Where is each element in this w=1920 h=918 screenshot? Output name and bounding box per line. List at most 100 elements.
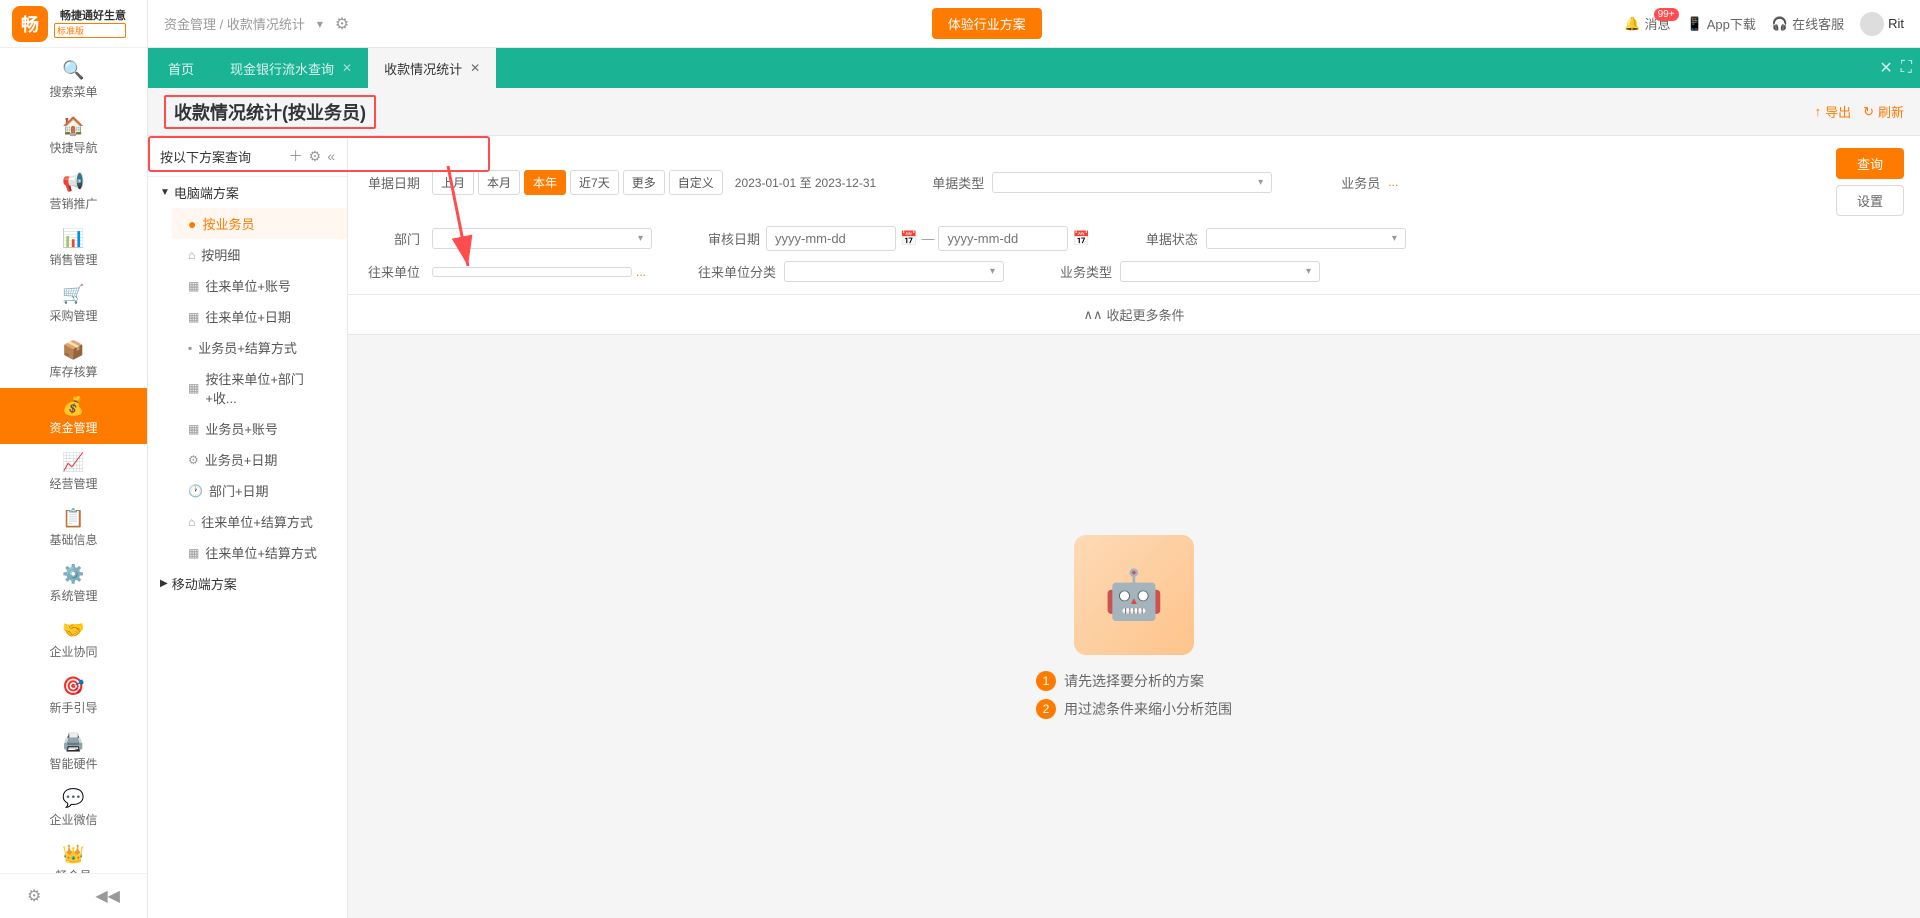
partner-more[interactable]: ... — [636, 265, 646, 279]
date-btn-more[interactable]: 更多 — [623, 170, 665, 195]
scheme-home2-icon: ⌂ — [188, 515, 195, 529]
message-button[interactable]: 🔔 消息 99+ — [1624, 14, 1670, 33]
sidebar-item-label: 采购管理 — [49, 307, 97, 324]
scheme-item-salesperson[interactable]: ● 按业务员 — [172, 208, 347, 239]
calendar-icon-start[interactable]: 📅 — [900, 230, 917, 247]
partner-select[interactable] — [432, 267, 632, 277]
tree-group-desktop[interactable]: ▼ 电脑端方案 — [148, 177, 347, 208]
tab-receipt-label: 收款情况统计 — [384, 59, 462, 78]
tab-cashflow-close[interactable]: ✕ — [342, 61, 352, 75]
dept-arrow: ▾ — [638, 233, 643, 244]
salesperson-more[interactable]: ... — [1388, 175, 1398, 189]
date-btn-7days[interactable]: 近7天 — [570, 170, 619, 195]
panel-header: 按以下方案查询 ＋ ⚙ « — [148, 136, 347, 177]
sidebar-item-sales[interactable]: 📊 销售管理 — [0, 220, 147, 276]
tab-receipt-close[interactable]: ✕ — [470, 61, 480, 75]
biz-type-select[interactable]: ▾ — [1120, 261, 1320, 282]
online-service-button[interactable]: 🎧 在线客服 — [1772, 14, 1844, 33]
calendar-icon-end[interactable]: 📅 — [1072, 230, 1089, 247]
date-btn-thisyear[interactable]: 本年 — [524, 170, 566, 195]
sidebar-item-finance[interactable]: 💰 资金管理 — [0, 388, 147, 444]
partner-type-select[interactable]: ▾ — [784, 261, 1004, 282]
query-button[interactable]: 查询 — [1836, 148, 1904, 179]
partner-type-arrow: ▾ — [990, 266, 995, 277]
scheme-label: 往来单位+日期 — [205, 307, 291, 326]
sidebar-item-search[interactable]: 🔍 搜索菜单 — [0, 52, 147, 108]
settings-footer-btn[interactable]: ⚙ — [19, 882, 49, 910]
scheme-clock-icon: 🕐 — [188, 484, 203, 498]
collapse-button[interactable]: ∧∧ 收起更多条件 — [1083, 305, 1184, 324]
export-button[interactable]: ↑ 导出 — [1815, 102, 1852, 121]
salesperson-label: 业务员 — [1324, 173, 1380, 192]
trial-button[interactable]: 体验行业方案 — [932, 8, 1042, 39]
topbar-dropdown[interactable]: ▾ — [317, 17, 323, 31]
scheme-item-sales-account[interactable]: ▦ 业务员+账号 — [172, 413, 347, 444]
add-scheme-icon[interactable]: ＋ — [289, 146, 303, 166]
scheme-item-sales-date[interactable]: ⚙ 业务员+日期 — [172, 444, 347, 475]
biz-type-arrow: ▾ — [1306, 266, 1311, 277]
doc-type-select[interactable]: ▾ — [992, 172, 1272, 193]
scheme-item-dept-date[interactable]: 🕐 部门+日期 — [172, 475, 347, 506]
scheme-label: 按业务员 — [202, 214, 254, 233]
refresh-button[interactable]: ↻ 刷新 — [1863, 102, 1904, 121]
tab-home[interactable]: 首页 — [148, 48, 214, 88]
sidebar-item-inventory[interactable]: 📦 库存核算 — [0, 332, 147, 388]
sidebar-item-hardware[interactable]: 🖨️ 智能硬件 — [0, 724, 147, 780]
scheme-item-partner-date[interactable]: ▦ 往来单位+日期 — [172, 301, 347, 332]
gear-scheme-icon[interactable]: ⚙ — [309, 148, 322, 165]
sidebar-item-basic[interactable]: 📋 基础信息 — [0, 500, 147, 556]
sidebar-item-guide[interactable]: 🎯 新手引导 — [0, 668, 147, 724]
app-label: App下载 — [1707, 14, 1756, 33]
date-label: 单据日期 — [364, 173, 420, 192]
tree-group-mobile[interactable]: ▶ 移动端方案 — [148, 568, 347, 599]
scheme-item-partner-dept[interactable]: ▦ 按往来单位+部门+收... — [172, 363, 347, 413]
user-avatar — [1860, 12, 1884, 36]
tabbar-maximize-icon[interactable]: ⛶ — [1901, 59, 1912, 77]
empty-state: 🤖 1 请先选择要分析的方案 2 用过滤条件来缩小分析范围 — [348, 335, 1920, 918]
scheme-item-detail[interactable]: ⌂ 按明细 — [172, 239, 347, 270]
partner-input-group: ... — [432, 265, 646, 279]
sidebar-item-quicknav[interactable]: 🏠 快捷导航 — [0, 108, 147, 164]
doc-status-arrow: ▾ — [1392, 233, 1397, 244]
sidebar-item-system[interactable]: ⚙️ 系统管理 — [0, 556, 147, 612]
basic-icon: 📋 — [62, 508, 84, 529]
scheme-item-partner-settle1[interactable]: ⌂ 往来单位+结算方式 — [172, 506, 347, 537]
scheme-active-icon: ● — [188, 216, 196, 232]
dept-select[interactable]: ▾ — [432, 228, 652, 249]
tab-cashflow[interactable]: 现金银行流水查询 ✕ — [214, 48, 368, 88]
tab-home-label: 首页 — [168, 59, 194, 78]
review-date-end[interactable] — [938, 226, 1068, 251]
topbar-gear-icon[interactable]: ⚙ — [335, 14, 349, 34]
doc-status-group: 单据状态 ▾ — [1142, 228, 1406, 249]
collapse-panel-icon[interactable]: « — [327, 148, 335, 164]
sidebar-item-management[interactable]: 📈 经营管理 — [0, 444, 147, 500]
sidebar-item-wechat[interactable]: 💬 企业微信 — [0, 780, 147, 836]
breadcrumb: 资金管理 / 收款情况统计 — [164, 14, 305, 33]
tabbar-close-icon[interactable]: ✕ — [1879, 58, 1892, 78]
export-icon: ↑ — [1815, 104, 1822, 119]
user-name: Rit — [1888, 16, 1904, 31]
scheme-item-partner-account[interactable]: ▦ 往来单位+账号 — [172, 270, 347, 301]
sidebar-item-marketing[interactable]: 📢 营销推广 — [0, 164, 147, 220]
date-btn-thismonth[interactable]: 本月 — [478, 170, 520, 195]
empty-step-1: 1 请先选择要分析的方案 — [1036, 671, 1232, 691]
scheme-item-sales-settle[interactable]: ▪ 业务员+结算方式 — [172, 332, 347, 363]
page-header: 收款情况统计(按业务员) ↑ 导出 ↻ 刷新 — [148, 88, 1920, 136]
app-download-button[interactable]: 📱 App下载 — [1687, 14, 1756, 33]
set-button[interactable]: 设置 — [1836, 185, 1904, 216]
wechat-icon: 💬 — [62, 788, 84, 809]
date-separator: — — [921, 231, 934, 246]
sidebar-item-member[interactable]: 👑 畅会员 — [0, 836, 147, 873]
tab-receipt[interactable]: 收款情况统计 ✕ — [368, 48, 496, 88]
date-btn-custom[interactable]: 自定义 — [669, 170, 723, 195]
refresh-icon: ↻ — [1863, 104, 1874, 120]
user-area[interactable]: Rit — [1860, 12, 1904, 36]
sidebar-item-collab[interactable]: 🤝 企业协同 — [0, 612, 147, 668]
date-btn-lastmonth[interactable]: 上月 — [432, 170, 474, 195]
sidebar-item-purchase[interactable]: 🛒 采购管理 — [0, 276, 147, 332]
doc-status-select[interactable]: ▾ — [1206, 228, 1406, 249]
tabbar: 首页 现金银行流水查询 ✕ 收款情况统计 ✕ ✕ ⛶ — [148, 48, 1920, 88]
review-date-start[interactable] — [766, 226, 896, 251]
collapse-footer-btn[interactable]: ◀◀ — [87, 882, 128, 910]
scheme-item-partner-settle2[interactable]: ▦ 往来单位+结算方式 — [172, 537, 347, 568]
